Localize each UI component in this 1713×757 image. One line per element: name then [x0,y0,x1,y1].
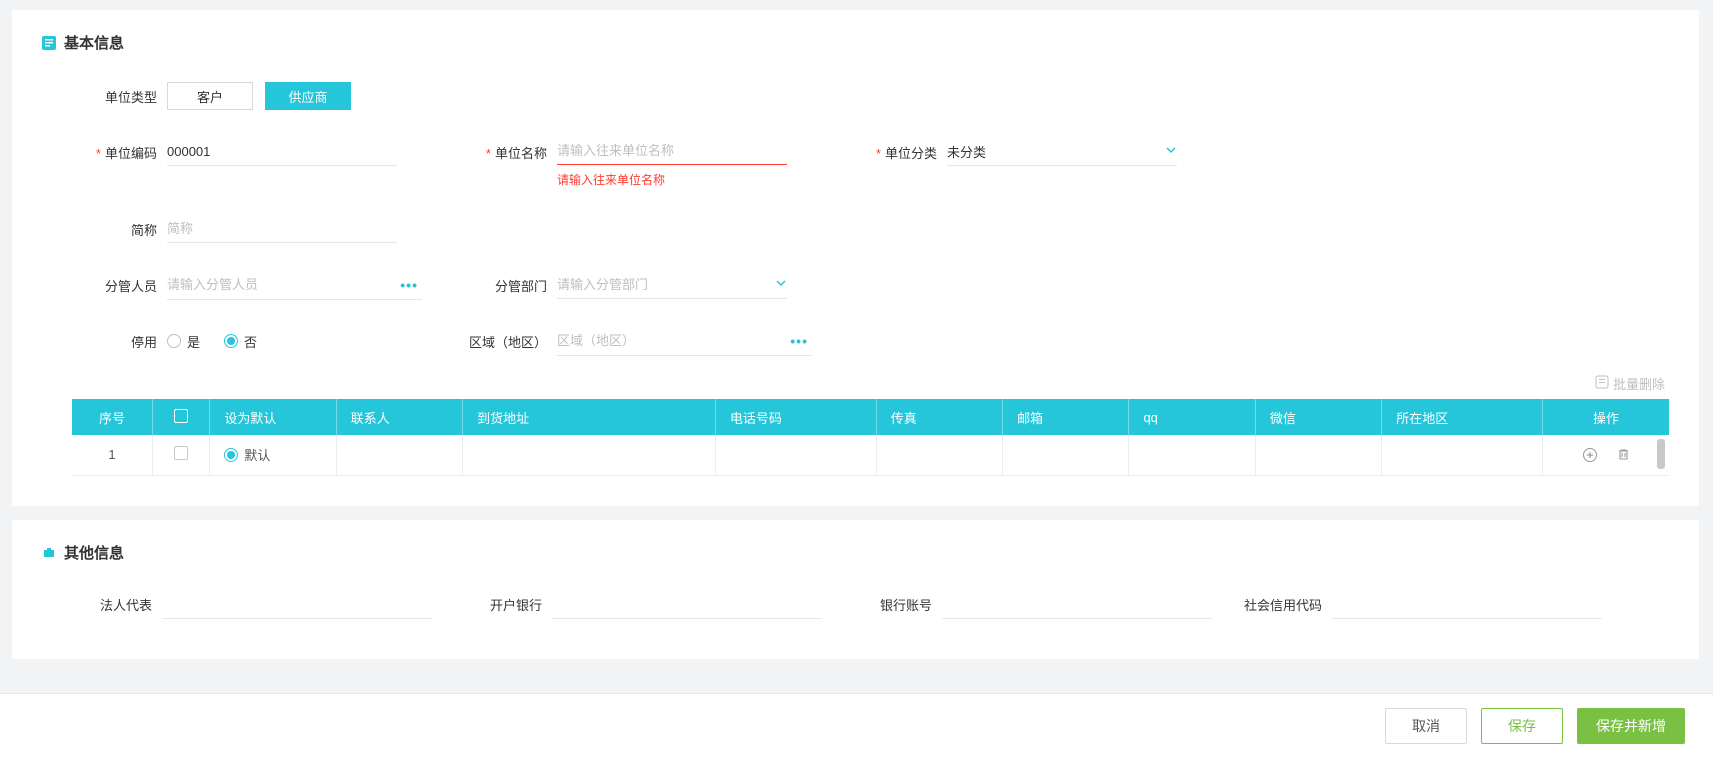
col-seq: 序号 [72,399,152,435]
unit-type-customer-button[interactable]: 客户 [167,82,253,110]
label-bank: 开户银行 [462,595,552,614]
region-input[interactable] [557,327,757,355]
cell-ship-addr[interactable] [463,435,716,475]
label-unit-code: 单位编码 [72,143,167,162]
col-set-default: 设为默认 [210,399,336,435]
label-unit-name: 单位名称 [462,137,557,162]
disable-yes-radio[interactable]: 是 [167,332,200,351]
cell-wechat[interactable] [1255,435,1381,475]
bank-input[interactable] [552,591,822,619]
footer-actions: 取消 保存 保存并新增 [0,693,1713,757]
unit-code-input[interactable] [167,138,397,166]
more-icon[interactable]: ••• [790,333,812,349]
default-label: 默认 [244,445,270,464]
bank-acct-input[interactable] [942,591,1212,619]
col-select-all[interactable] [152,399,209,435]
charge-dept-select[interactable] [557,271,787,299]
table-scrollbar[interactable] [1657,439,1665,469]
label-unit-category: 单位分类 [852,143,947,162]
chevron-down-icon [1165,144,1177,159]
cell-phone[interactable] [715,435,876,475]
cell-qq[interactable] [1129,435,1255,475]
panel-basic-info: 基本信息 单位类型 客户 供应商 单位编码 [12,10,1699,506]
unit-category-select[interactable]: 未分类 [947,138,1177,166]
section-title-other: 其他信息 [42,542,1669,563]
label-legal-rep: 法人代表 [72,595,162,614]
cell-region[interactable] [1382,435,1543,475]
col-fax: 传真 [876,399,1002,435]
row-checkbox[interactable] [174,446,188,460]
col-wechat: 微信 [1255,399,1381,435]
contacts-table: 序号 设为默认 联系人 到货地址 电话号码 传真 邮箱 qq 微信 所在地区 [72,399,1669,476]
label-region: 区域（地区） [462,332,557,351]
short-name-input[interactable] [167,215,397,243]
unit-type-supplier-button[interactable]: 供应商 [265,82,351,110]
disable-no-radio[interactable]: 否 [224,332,257,351]
col-qq: qq [1129,399,1255,435]
chevron-down-icon [775,277,787,292]
cancel-button[interactable]: 取消 [1385,708,1467,744]
section-title-basic: 基本信息 [42,32,1669,53]
charge-person-input[interactable] [167,271,367,299]
briefcase-icon [42,545,56,559]
cell-contact[interactable] [336,435,462,475]
delete-row-button[interactable] [1616,447,1631,463]
cell-email[interactable] [1003,435,1129,475]
col-contact: 联系人 [336,399,462,435]
legal-rep-input[interactable] [162,591,432,619]
cell-fax[interactable] [876,435,1002,475]
unit-category-value: 未分类 [947,142,986,161]
save-and-new-button[interactable]: 保存并新增 [1577,708,1685,744]
checkbox-icon [174,409,188,423]
label-short-name: 简称 [72,220,167,239]
unit-name-error-text: 请输入往来单位名称 [557,171,812,188]
label-credit-code: 社会信用代码 [1242,595,1332,614]
label-unit-type: 单位类型 [72,87,167,106]
disable-yes-label: 是 [187,332,200,351]
form-scroll-area[interactable]: 基本信息 单位类型 客户 供应商 单位编码 [0,0,1713,687]
col-region: 所在地区 [1382,399,1543,435]
panel-other-info: 其他信息 法人代表 开户银行 银行账号 社会信用代码 [12,520,1699,659]
save-button[interactable]: 保存 [1481,708,1563,744]
label-bank-acct: 银行账号 [852,595,942,614]
cell-seq: 1 [72,435,152,475]
set-default-radio[interactable]: 默认 [224,445,270,464]
col-phone: 电话号码 [715,399,876,435]
more-icon[interactable]: ••• [400,277,422,293]
table-row: 1 默认 [72,435,1669,475]
basic-info-heading: 基本信息 [64,32,124,53]
col-op: 操作 [1543,399,1669,435]
unit-name-input[interactable] [557,137,787,165]
col-email: 邮箱 [1003,399,1129,435]
label-charge-dept: 分管部门 [462,276,557,295]
info-card-icon [42,36,56,50]
add-row-button[interactable] [1582,447,1598,463]
disable-no-label: 否 [244,332,257,351]
charge-dept-input[interactable] [557,271,757,299]
label-disable: 停用 [72,332,167,351]
bulk-delete-label: 批量删除 [1613,374,1665,393]
other-info-heading: 其他信息 [64,542,124,563]
label-charge-person: 分管人员 [72,276,167,295]
bulk-delete-button[interactable]: 批量删除 [1595,374,1665,393]
col-ship-addr: 到货地址 [463,399,716,435]
bulk-delete-icon [1595,375,1609,392]
credit-code-input[interactable] [1332,591,1602,619]
